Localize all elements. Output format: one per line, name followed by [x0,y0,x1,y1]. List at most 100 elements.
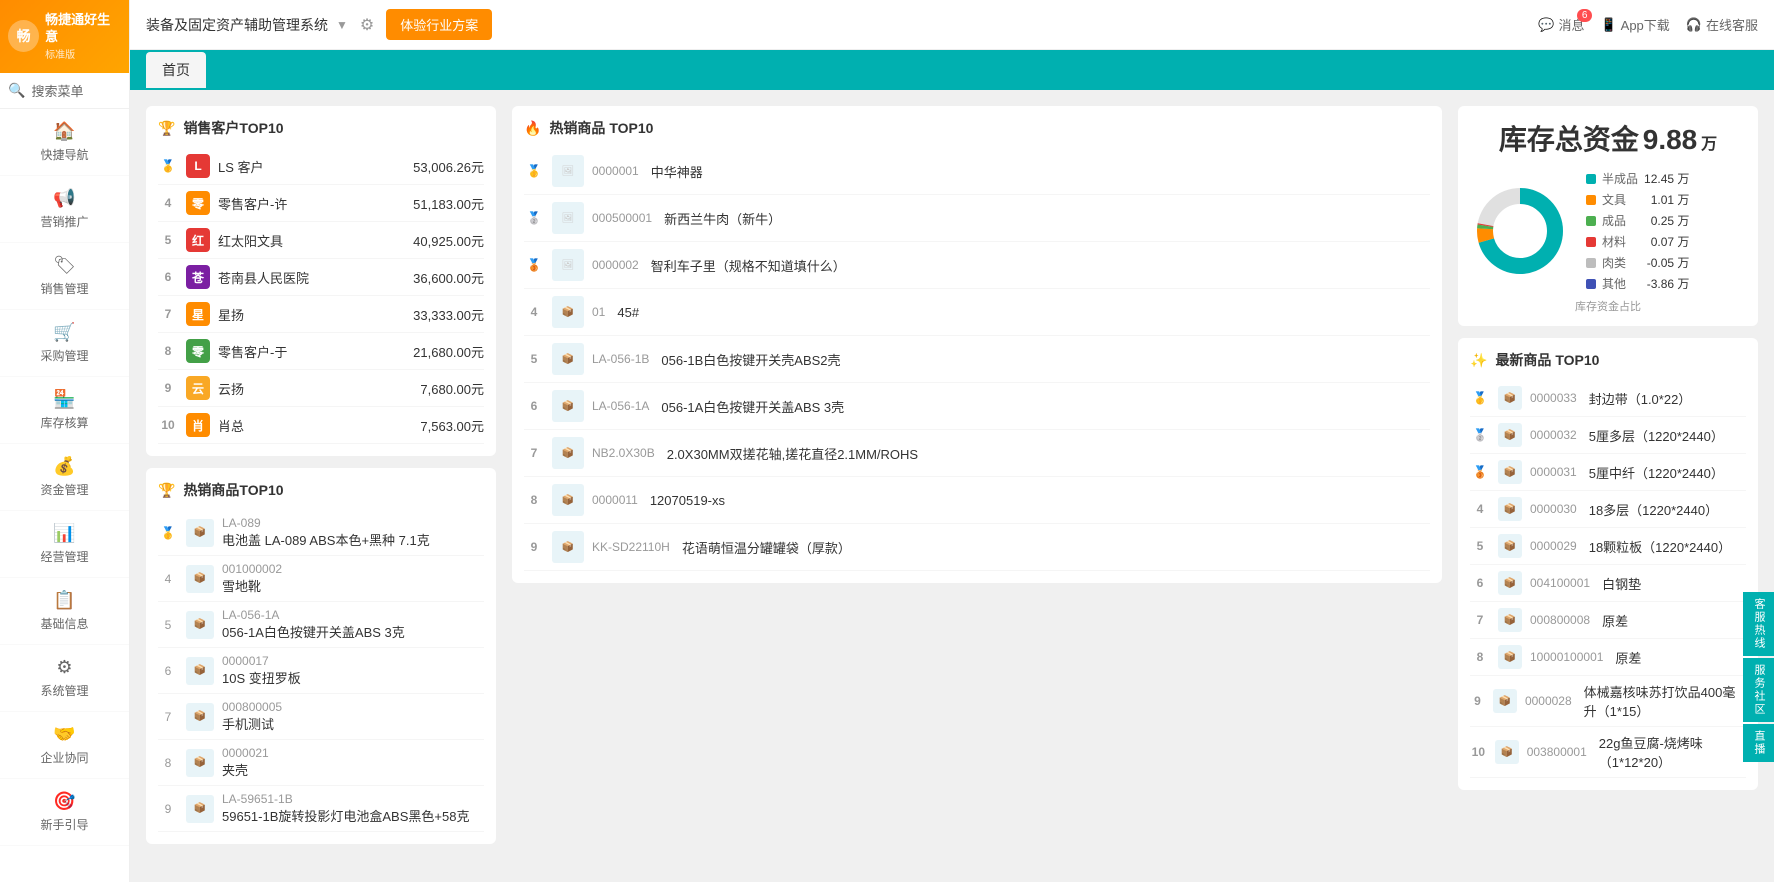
sidebar-item-快捷导航[interactable]: 🏠快捷导航 [0,109,129,176]
sidebar-item-销售管理[interactable]: 🏷销售管理 [0,243,129,310]
hot-product-name: 中华神器 [651,162,703,181]
message-button[interactable]: 💬 消息 6 [1538,15,1584,34]
nav-icon: 🛒 [53,322,75,343]
sidebar-item-基础信息[interactable]: 📋基础信息 [0,578,129,645]
nav-label: 库存核算 [40,414,88,431]
main-area: 装备及固定资产辅助管理系统 ▼ ⚙ 体验行业方案 💬 消息 6 📱 App下载 … [130,0,1774,882]
hot-product-name: 056-1B白色按键开关壳ABS2壳 [661,350,840,369]
nav-icon: 📊 [53,523,75,544]
header: 装备及固定资产辅助管理系统 ▼ ⚙ 体验行业方案 💬 消息 6 📱 App下载 … [130,0,1774,50]
newest-name: 5厘中纤（1220*2440） [1589,463,1724,482]
app-download-button[interactable]: 📱 App下载 [1600,15,1669,34]
hot-product-item: 5 📦 LA-056-1B 056-1B白色按键开关壳ABS2壳 [524,336,1430,383]
trial-button[interactable]: 体验行业方案 [386,9,492,40]
rank-number: 9 [158,381,178,395]
newest-item: 5 📦 0000029 18颗粒板（1220*2440） [1470,528,1746,565]
newest-rank: 🥈 [1470,428,1490,442]
hot-rank: 6 [524,399,544,413]
newest-rank: 8 [1470,650,1490,664]
float-live[interactable]: 直播 [1743,724,1774,762]
nav-label: 资金管理 [40,481,88,498]
rank-number: 4 [158,196,178,210]
hot-product-name: 新西兰牛肉（新牛） [664,209,781,228]
sidebar-item-采购管理[interactable]: 🛒采购管理 [0,310,129,377]
hot-product-name: 45# [617,305,639,320]
customer-ranking-card: 🏆 销售客户TOP10 🥇 L LS 客户 53,006.26元 4 零 零售客… [146,106,496,456]
hot-product-thumb: 📦 [552,390,584,422]
sidebar: 畅 畅捷通好生意 标准版 🔍 搜索菜单 🏠快捷导航📢营销推广🏷销售管理🛒采购管理… [0,0,130,882]
legend-label: 肉类 [1602,254,1641,271]
rank-number: 7 [158,307,178,321]
settings-icon[interactable]: ⚙ [360,15,374,35]
sidebar-item-新手引导[interactable]: 🎯新手引导 [0,779,129,846]
legend-label: 其他 [1602,275,1641,292]
legend-value: 0.25 万 [1651,212,1690,229]
newest-rank: 6 [1470,576,1490,590]
ranking-item: 🥇 L LS 客户 53,006.26元 [158,148,484,185]
nav-icon: 🎯 [53,791,75,812]
nav-label: 销售管理 [40,280,88,297]
hot-rank: 4 [524,305,544,319]
newest-thumb: 📦 [1498,460,1522,484]
customer-name: 苍南县人民医院 [218,268,405,287]
sidebar-item-企业协同[interactable]: 🤝企业协同 [0,712,129,779]
customer-name: 零售客户-于 [218,342,405,361]
nav-icon: 📢 [53,188,75,209]
product-thumbnail: 📦 [186,565,214,593]
online-label: 在线客服 [1706,15,1758,34]
customer-name: 红太阳文具 [218,231,405,250]
legend-label: 文具 [1602,191,1645,208]
hot-products-title: 🔥 热销商品 TOP10 [524,118,1430,138]
legend-value: 12.45 万 [1644,170,1689,187]
customer-amount: 7,680.00元 [420,379,484,398]
newest-rank: 7 [1470,613,1490,627]
hot-product-thumb: 🖼 [552,249,584,281]
newest-thumb: 📦 [1498,571,1522,595]
rank-number: 10 [158,418,178,432]
legend-value: -0.05 万 [1647,254,1690,271]
hot-product-thumb: 📦 [552,437,584,469]
sidebar-item-库存核算[interactable]: 🏪库存核算 [0,377,129,444]
newest-name: 原差 [1602,611,1628,630]
hot-product-name: 智利车子里（规格不知道填什么） [651,256,846,275]
hot-product-name: 12070519-xs [650,493,725,508]
legend-label: 半成品 [1602,170,1638,187]
product-thumbnail: 📦 [186,519,214,547]
newest-name: 封边带（1.0*22） [1589,389,1692,408]
sidebar-item-经营管理[interactable]: 📊经营管理 [0,511,129,578]
product-code: 0000017 [222,654,484,668]
float-customer-service[interactable]: 客服热线 [1743,592,1774,656]
sidebar-item-资金管理[interactable]: 💰资金管理 [0,444,129,511]
phone-icon: 📱 [1600,17,1616,33]
newest-rank: 5 [1470,539,1490,553]
product-code: 000800005 [222,700,484,714]
float-community[interactable]: 服务社区 [1743,658,1774,722]
hot-product-code: KK-SD22110H [592,540,670,554]
online-service-button[interactable]: 🎧 在线客服 [1686,15,1758,34]
newest-code: 004100001 [1530,576,1590,590]
customer-name: 云扬 [218,379,412,398]
product-item: 🥇 📦 LA-089 电池盖 LA-089 ABS本色+黑种 7.1克 [158,510,484,556]
hot-product-name: 花语萌恒温分罐罐袋（厚款） [682,538,851,557]
tab-home[interactable]: 首页 [146,52,206,88]
sidebar-item-营销推广[interactable]: 📢营销推广 [0,176,129,243]
product-name: 电池盖 LA-089 ABS本色+黑种 7.1克 [222,530,484,549]
product-info: 0000021 夹壳 [222,746,484,779]
legend-item: 肉类 -0.05 万 [1586,254,1689,271]
sidebar-logo[interactable]: 畅 畅捷通好生意 标准版 [0,0,129,73]
hot-product-name: 056-1A白色按键开关盖ABS 3壳 [661,397,844,416]
newest-name: 体械嘉核味苏打饮品400毫升（1*15） [1584,682,1746,720]
product-code: LA-59651-1B [222,792,484,806]
nav-icon: 📋 [53,590,75,611]
sidebar-item-系统管理[interactable]: ⚙系统管理 [0,645,129,712]
sidebar-search[interactable]: 🔍 搜索菜单 [0,73,129,109]
newest-thumb: 📦 [1498,534,1522,558]
legend-color [1586,195,1596,205]
nav-icon: 🤝 [53,724,75,745]
newest-item: 4 📦 0000030 18多层（1220*2440） [1470,491,1746,528]
system-name-selector[interactable]: 装备及固定资产辅助管理系统 ▼ [146,15,348,35]
customer-avatar: 星 [186,302,210,326]
hot-product-code: 0000011 [592,493,638,507]
product-code: LA-089 [222,516,484,530]
product-rank: 7 [158,710,178,724]
